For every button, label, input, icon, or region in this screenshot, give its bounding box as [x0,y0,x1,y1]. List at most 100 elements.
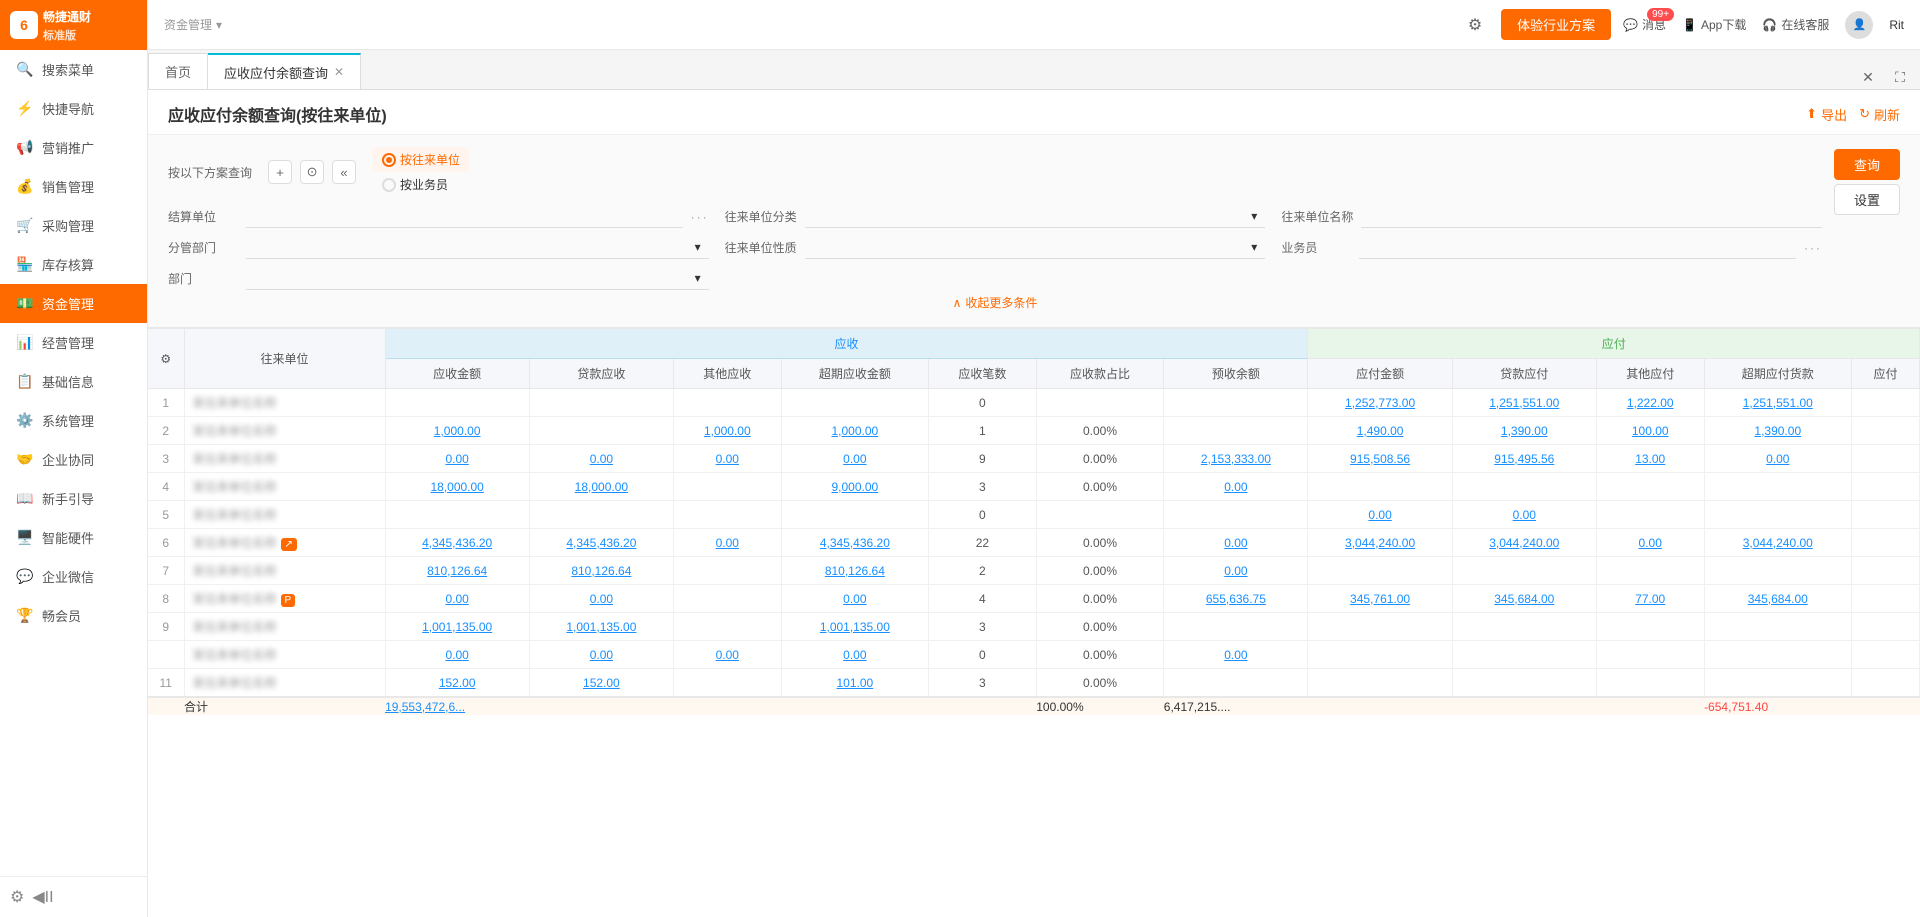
sidebar-item-inventory[interactable]: 🏪 库存核算 [0,245,147,284]
row-ar_loan[interactable]: 0.00 [529,641,673,669]
user-avatar[interactable]: 👤 [1845,11,1873,39]
row-ar_loan[interactable]: 1,001,135.00 [529,613,673,641]
row-ar_prepaid[interactable]: 655,636.75 [1164,585,1308,613]
row-ar_overdue[interactable]: 1,000.00 [781,417,928,445]
sidebar-item-hardware[interactable]: 🖥️ 智能硬件 [0,518,147,557]
row-ap_loan[interactable]: 3,044,240.00 [1452,529,1596,557]
username-label[interactable]: Rit [1889,18,1904,32]
close-window-button[interactable]: ✕ [1856,65,1880,89]
app-download-button[interactable]: 📱 App下载 [1682,16,1746,33]
row-ap_other[interactable]: 77.00 [1596,585,1704,613]
row-ar_other[interactable]: 0.00 [673,445,781,473]
sidebar-item-collab[interactable]: 🤝 企业协同 [0,440,147,479]
row-ap_amount[interactable]: 1,490.00 [1308,417,1452,445]
row-ar_prepaid[interactable]: 0.00 [1164,557,1308,585]
row-ar_amount[interactable]: 18,000.00 [385,473,529,501]
row-ar_prepaid[interactable]: 0.00 [1164,473,1308,501]
row-ap_overdue[interactable]: 0.00 [1704,445,1851,473]
refresh-button[interactable]: ↻ 刷新 [1859,105,1900,124]
row-ar_prepaid[interactable]: 0.00 [1164,641,1308,669]
settings-gear-button[interactable]: ⚙ [1461,11,1489,39]
sidebar-item-search[interactable]: 🔍 搜索菜单 [0,50,147,89]
row-ar_overdue[interactable]: 101.00 [781,669,928,698]
row-ar_overdue[interactable]: 9,000.00 [781,473,928,501]
settings-footer-icon[interactable]: ⚙ [10,887,24,907]
settlement-unit-input[interactable] [246,205,683,228]
collapse-scheme-button[interactable]: « [332,160,356,184]
sidebar-item-purchase[interactable]: 🛒 采购管理 [0,206,147,245]
collapse-sidebar-icon[interactable]: ◀II [32,887,53,907]
sidebar-item-basic[interactable]: 📋 基础信息 [0,362,147,401]
sidebar-item-operation[interactable]: 📊 经营管理 [0,323,147,362]
breadcrumb-dropdown[interactable]: ▾ [216,18,222,32]
row-ar_amount[interactable]: 4,345,436.20 [385,529,529,557]
row-ar_overdue[interactable]: 810,126.64 [781,557,928,585]
row-ap_amount[interactable]: 915,508.56 [1308,445,1452,473]
table-container[interactable]: ⚙ 往来单位 应收 应付 应收金额 贷款应收 其他应收 超期应收金额 应收笔数 [148,328,1920,917]
tab-close-icon[interactable]: ✕ [334,65,344,79]
row-ap_amount[interactable]: 3,044,240.00 [1308,529,1452,557]
row-ap_other[interactable]: 0.00 [1596,529,1704,557]
row-ar_loan[interactable]: 4,345,436.20 [529,529,673,557]
messages-button[interactable]: 💬 消息 99+ [1623,16,1666,33]
nav-by-salesperson[interactable]: 按业务员 [372,172,470,197]
row-ar_amount[interactable]: 0.00 [385,641,529,669]
row-ap_overdue[interactable]: 345,684.00 [1704,585,1851,613]
row-ap_loan[interactable]: 915,495.56 [1452,445,1596,473]
row-ar_overdue[interactable]: 0.00 [781,641,928,669]
sidebar-item-wechat[interactable]: 💬 企业微信 [0,557,147,596]
row-ap_other[interactable]: 1,222.00 [1596,389,1704,417]
online-service-button[interactable]: 🎧 在线客服 [1762,16,1829,33]
tab-balance[interactable]: 应收应付余额查询 ✕ [208,53,361,89]
table-settings-th[interactable]: ⚙ [148,329,184,389]
total-ar-amount[interactable]: 19,553,472,6... [385,697,529,715]
row-ar_overdue[interactable]: 4,345,436.20 [781,529,928,557]
trial-button[interactable]: 体验行业方案 [1501,9,1611,40]
partner-category-select[interactable]: ▾ [805,205,1266,228]
row-ar_overdue[interactable]: 1,001,135.00 [781,613,928,641]
sidebar-item-sales[interactable]: 💰 销售管理 [0,167,147,206]
row-ar_loan[interactable]: 0.00 [529,585,673,613]
row-ar_amount[interactable]: 0.00 [385,445,529,473]
row-ar_other[interactable]: 0.00 [673,641,781,669]
add-scheme-button[interactable]: + [268,160,292,184]
row-ar_amount[interactable]: 152.00 [385,669,529,698]
dept-select[interactable]: ▾ [246,267,709,290]
department-select[interactable]: ▾ [246,236,709,259]
salesperson-input[interactable] [1359,236,1796,259]
query-button[interactable]: 查询 [1834,149,1900,180]
row-ar_overdue[interactable]: 0.00 [781,585,928,613]
setting-button[interactable]: 设置 [1834,184,1900,215]
row-ar_amount[interactable]: 1,000.00 [385,417,529,445]
sidebar-item-guide[interactable]: 📖 新手引导 [0,479,147,518]
row-ar_prepaid[interactable]: 2,153,333.00 [1164,445,1308,473]
row-ar_amount[interactable]: 0.00 [385,585,529,613]
settlement-unit-dots[interactable]: ··· [691,210,709,224]
sidebar-item-finance[interactable]: 💵 资金管理 [0,284,147,323]
row-ap_overdue[interactable]: 3,044,240.00 [1704,529,1851,557]
row-ar_overdue[interactable]: 0.00 [781,445,928,473]
row-ap_loan[interactable]: 1,251,551.00 [1452,389,1596,417]
row-ap_amount[interactable]: 0.00 [1308,501,1452,529]
row-ar_amount[interactable]: 1,001,135.00 [385,613,529,641]
row-ar_other[interactable]: 0.00 [673,529,781,557]
row-ap_other[interactable]: 13.00 [1596,445,1704,473]
collapse-button[interactable]: ∧ 收起更多条件 [953,294,1038,311]
target-scheme-button[interactable]: ⊙ [300,160,324,184]
sidebar-item-member[interactable]: 🏆 畅会员 [0,596,147,635]
sidebar-item-marketing[interactable]: 📢 营销推广 [0,128,147,167]
row-ar_prepaid[interactable]: 0.00 [1164,529,1308,557]
partner-nature-select[interactable]: ▾ [805,236,1266,259]
row-ap_overdue[interactable]: 1,390.00 [1704,417,1851,445]
tab-home[interactable]: 首页 [148,53,208,89]
nav-by-partner[interactable]: 按往来单位 [372,147,470,172]
row-ap_loan[interactable]: 0.00 [1452,501,1596,529]
row-ar_other[interactable]: 1,000.00 [673,417,781,445]
row-ap_other[interactable]: 100.00 [1596,417,1704,445]
row-ar_amount[interactable]: 810,126.64 [385,557,529,585]
row-ar_loan[interactable]: 152.00 [529,669,673,698]
row-ap_loan[interactable]: 1,390.00 [1452,417,1596,445]
export-button[interactable]: ⬆ 导出 [1806,105,1847,124]
row-ap_overdue[interactable]: 1,251,551.00 [1704,389,1851,417]
maximize-window-button[interactable]: ⛶ [1888,65,1912,89]
